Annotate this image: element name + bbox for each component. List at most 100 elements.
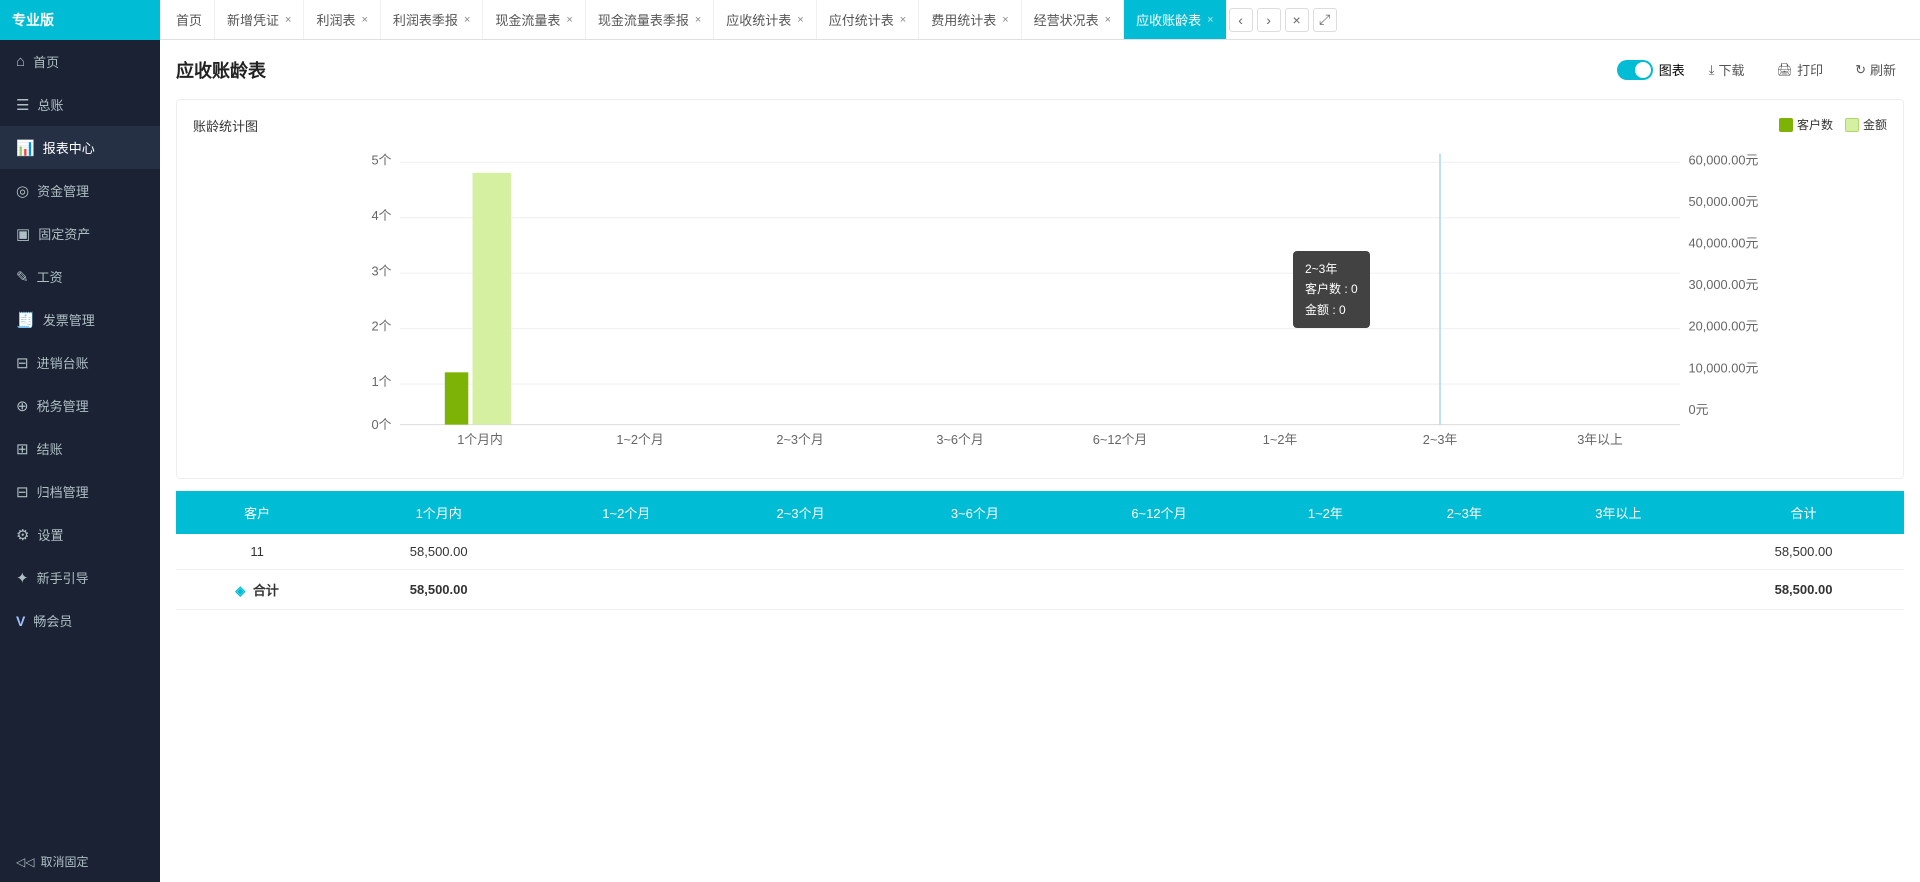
sidebar-item-settings[interactable]: ⚙ 设置 bbox=[0, 513, 160, 556]
chart-svg-wrapper: 5个 4个 3个 2个 1个 0个 60,000.00元 50,000.00元 … bbox=[193, 143, 1887, 463]
cell-total: 58,500.00 bbox=[1703, 534, 1904, 570]
tab-operation-status-close[interactable]: × bbox=[1105, 14, 1111, 26]
tab-close-all[interactable]: × bbox=[1285, 8, 1309, 32]
sidebar-item-label: 归档管理 bbox=[37, 482, 89, 501]
tab-new-voucher[interactable]: 新增凭证 × bbox=[215, 0, 304, 40]
total-month12 bbox=[539, 570, 713, 610]
sidebar-item-archive-mgmt[interactable]: ⊟ 归档管理 bbox=[0, 470, 160, 513]
chart-svg: 5个 4个 3个 2个 1个 0个 60,000.00元 50,000.00元 … bbox=[193, 143, 1887, 463]
total-label: 合计 bbox=[253, 583, 279, 598]
total-month23 bbox=[713, 570, 887, 610]
download-button[interactable]: ⤓ 下载 bbox=[1701, 56, 1753, 83]
total-year23 bbox=[1395, 570, 1534, 610]
col-header-year12: 1~2年 bbox=[1256, 491, 1395, 534]
tab-ap-stats-close[interactable]: × bbox=[900, 14, 906, 26]
tab-ar-stats-close[interactable]: × bbox=[797, 14, 803, 26]
download-label: 下载 bbox=[1719, 60, 1745, 79]
unpin-label: 取消固定 bbox=[40, 853, 88, 870]
sidebar-item-tax-mgmt[interactable]: ⊕ 税务管理 bbox=[0, 384, 160, 427]
print-button[interactable]: 🖨 打印 bbox=[1769, 56, 1832, 83]
svg-text:3~6个月: 3~6个月 bbox=[936, 432, 983, 447]
tab-new-voucher-label: 新增凭证 bbox=[227, 10, 279, 29]
content-area: 应收账龄表 图表 ⤓ 下载 🖨 打印 ↻ 刷新 bbox=[160, 40, 1920, 882]
cell-month36 bbox=[888, 534, 1062, 570]
sidebar-item-invoice-mgmt[interactable]: 🧾 发票管理 bbox=[0, 298, 160, 341]
tab-profit[interactable]: 利润表 × bbox=[304, 0, 380, 40]
tab-home[interactable]: 首页 bbox=[164, 0, 215, 40]
chart-icon: 📊 bbox=[16, 139, 35, 157]
chart-legend: 客户数 金额 bbox=[1779, 116, 1887, 133]
tab-operation-status[interactable]: 经营状况表 × bbox=[1022, 0, 1124, 40]
tab-cashflow-close[interactable]: × bbox=[566, 14, 572, 26]
stock-icon: ⊟ bbox=[16, 354, 29, 372]
col-header-month12: 1~2个月 bbox=[539, 491, 713, 534]
print-label: 打印 bbox=[1797, 60, 1823, 79]
legend-amount-color bbox=[1845, 118, 1859, 132]
tab-ar-aging-close[interactable]: × bbox=[1207, 14, 1213, 26]
sidebar-item-home[interactable]: ⌂ 首页 bbox=[0, 40, 160, 83]
svg-text:2个: 2个 bbox=[372, 319, 392, 334]
tab-cashflow-quarterly[interactable]: 现金流量表季报 × bbox=[586, 0, 714, 40]
tab-cashflow[interactable]: 现金流量表 × bbox=[483, 0, 585, 40]
tab-nav-next[interactable]: › bbox=[1257, 8, 1281, 32]
total-total: 58,500.00 bbox=[1703, 570, 1904, 610]
svg-text:30,000.00元: 30,000.00元 bbox=[1689, 277, 1759, 292]
tab-profit-close[interactable]: × bbox=[361, 14, 367, 26]
sidebar-item-label: 总账 bbox=[37, 95, 63, 114]
tab-new-voucher-close[interactable]: × bbox=[285, 14, 291, 26]
total-icon: ◈ bbox=[235, 583, 245, 598]
tab-expense-stats-close[interactable]: × bbox=[1002, 14, 1008, 26]
tab-expense-stats-label: 费用统计表 bbox=[931, 10, 996, 29]
tab-cashflow-label: 现金流量表 bbox=[495, 10, 560, 29]
tab-ar-aging[interactable]: 应收账龄表 × bbox=[1124, 0, 1226, 40]
sidebar-item-report-center[interactable]: 📊 报表中心 bbox=[0, 126, 160, 169]
table-row: 11 58,500.00 58,500.00 bbox=[176, 534, 1904, 570]
sidebar-unpin-button[interactable]: ◁◁ 取消固定 bbox=[0, 841, 160, 882]
sidebar-item-label: 结账 bbox=[37, 439, 63, 458]
cell-month612 bbox=[1062, 534, 1256, 570]
cell-year23 bbox=[1395, 534, 1534, 570]
unpin-icon: ◁◁ bbox=[16, 855, 34, 869]
tab-profit-quarterly-label: 利润表季报 bbox=[393, 10, 458, 29]
legend-customer-color bbox=[1779, 118, 1793, 132]
total-month1: 58,500.00 bbox=[338, 570, 539, 610]
svg-text:60,000.00元: 60,000.00元 bbox=[1689, 152, 1759, 167]
cell-year3plus bbox=[1534, 534, 1703, 570]
col-header-year3plus: 3年以上 bbox=[1534, 491, 1703, 534]
tab-nav-prev[interactable]: ‹ bbox=[1229, 8, 1253, 32]
refresh-icon: ↻ bbox=[1855, 62, 1866, 78]
sidebar-item-fund-mgmt[interactable]: ◎ 资金管理 bbox=[0, 169, 160, 212]
svg-text:20,000.00元: 20,000.00元 bbox=[1689, 319, 1759, 334]
refresh-button[interactable]: ↻ 刷新 bbox=[1847, 56, 1904, 83]
payroll-icon: ✎ bbox=[16, 268, 29, 286]
cell-month1: 58,500.00 bbox=[338, 534, 539, 570]
download-icon: ⤓ bbox=[1709, 62, 1715, 78]
svg-text:0元: 0元 bbox=[1689, 402, 1709, 417]
tab-profit-quarterly-close[interactable]: × bbox=[464, 14, 470, 26]
tab-expand[interactable]: ⤢ bbox=[1313, 8, 1337, 32]
total-month612 bbox=[1062, 570, 1256, 610]
tab-bar: 首页 新增凭证 × 利润表 × 利润表季报 × 现金流量表 × 现金流量表季报 … bbox=[160, 0, 1920, 40]
sidebar-item-guide[interactable]: ✦ 新手引导 bbox=[0, 556, 160, 599]
sidebar-item-label: 资金管理 bbox=[37, 181, 89, 200]
sidebar-item-fixed-assets[interactable]: ▣ 固定资产 bbox=[0, 212, 160, 255]
tab-ar-stats[interactable]: 应收统计表 × bbox=[714, 0, 816, 40]
header-row: 应收账龄表 图表 ⤓ 下载 🖨 打印 ↻ 刷新 bbox=[176, 56, 1904, 83]
chart-toggle[interactable] bbox=[1617, 60, 1653, 80]
tab-cashflow-quarterly-close[interactable]: × bbox=[695, 14, 701, 26]
cell-month23 bbox=[713, 534, 887, 570]
svg-text:3年以上: 3年以上 bbox=[1577, 432, 1623, 447]
tab-expense-stats[interactable]: 费用统计表 × bbox=[919, 0, 1021, 40]
tab-profit-quarterly[interactable]: 利润表季报 × bbox=[381, 0, 483, 40]
sidebar-item-closing[interactable]: ⊞ 结账 bbox=[0, 427, 160, 470]
sidebar-item-stock-ledger[interactable]: ⊟ 进销台账 bbox=[0, 341, 160, 384]
vip-icon: V bbox=[16, 613, 25, 629]
sidebar-item-payroll[interactable]: ✎ 工资 bbox=[0, 255, 160, 298]
chart-area: 账龄统计图 客户数 金额 5个 4个 3个 2个 bbox=[176, 99, 1904, 479]
svg-text:1~2年: 1~2年 bbox=[1263, 432, 1298, 447]
sidebar-item-vip[interactable]: V 畅会员 bbox=[0, 599, 160, 642]
tab-ap-stats[interactable]: 应付统计表 × bbox=[817, 0, 919, 40]
svg-text:1个月内: 1个月内 bbox=[457, 432, 503, 447]
sidebar-item-general-ledger[interactable]: ☰ 总账 bbox=[0, 83, 160, 126]
svg-text:5个: 5个 bbox=[372, 152, 392, 167]
